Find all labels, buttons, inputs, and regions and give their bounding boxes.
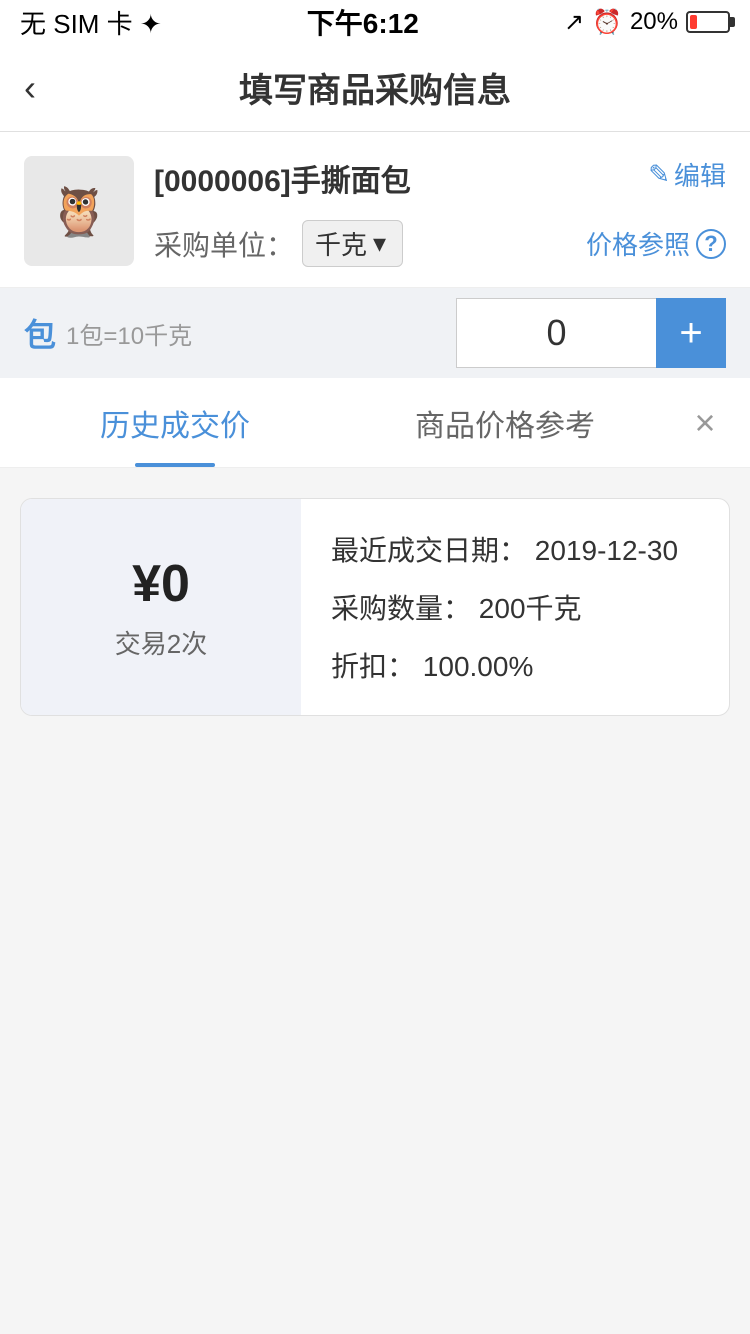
alarm-icon: ⏰ <box>592 8 622 37</box>
quantity-plus-button[interactable]: + <box>656 298 726 368</box>
recent-date-value: 2019-12-30 <box>535 535 678 566</box>
recent-date-label: 最近成交日期： <box>331 535 527 566</box>
discount-value: 100.00% <box>423 651 534 682</box>
recent-date-row: 最近成交日期： 2019-12-30 <box>331 529 699 569</box>
question-icon: ? <box>696 229 726 259</box>
quantity-value: 200千克 <box>479 593 582 624</box>
tab-active-indicator <box>135 463 215 467</box>
product-name: [0000006]手撕面包 <box>154 156 411 200</box>
discount-label: 折扣： <box>331 651 415 682</box>
signal-text: 无 SIM 卡 ✦ <box>20 4 162 41</box>
unit-conversion: 1包=10千克 <box>66 316 192 351</box>
edit-button[interactable]: ✎ 编辑 <box>648 156 726 193</box>
price-card-right: 最近成交日期： 2019-12-30 采购数量： 200千克 折扣： 100.0… <box>301 499 729 715</box>
purchase-quantity-row: 采购数量： 200千克 <box>331 587 699 627</box>
dropdown-arrow-icon: ▾ <box>373 228 386 259</box>
product-card: 🦉 [0000006]手撕面包 ✎ 编辑 采购单位： 千克 ▾ 价格参照 ? <box>0 132 750 288</box>
quantity-unit-info: 包 1包=10千克 <box>24 310 192 356</box>
price-card-left: ¥0 交易2次 <box>21 499 301 715</box>
quantity-controls: 0 + <box>456 298 726 368</box>
unit-select[interactable]: 千克 ▾ <box>302 220 403 267</box>
battery-percent: 20% <box>630 8 678 36</box>
location-icon: ↗ <box>564 8 584 37</box>
back-button[interactable]: ‹ <box>24 67 36 109</box>
product-info: [0000006]手撕面包 ✎ 编辑 采购单位： 千克 ▾ 价格参照 ? <box>154 156 726 267</box>
price-card: ¥0 交易2次 最近成交日期： 2019-12-30 采购数量： 200千克 折… <box>20 498 730 716</box>
product-thumb-icon: 🦉 <box>49 183 109 240</box>
page-title: 填写商品采购信息 <box>239 63 511 112</box>
quantity-input[interactable]: 0 <box>456 298 656 368</box>
edit-icon: ✎ <box>648 159 670 190</box>
status-bar: 无 SIM 卡 ✦ 下午6:12 ↗ ⏰ 20% <box>0 0 750 44</box>
status-left: 无 SIM 卡 ✦ <box>20 4 162 41</box>
price-ref-button[interactable]: 价格参照 ? <box>586 225 726 262</box>
discount-row: 折扣： 100.00% <box>331 645 699 685</box>
tab-history-price[interactable]: 历史成交价 <box>10 378 340 467</box>
price-trades: 交易2次 <box>115 624 207 661</box>
quantity-row: 包 1包=10千克 0 + <box>0 288 750 378</box>
unit-label: 采购单位： <box>154 224 294 264</box>
bag-label: 包 <box>24 310 56 356</box>
tabs-bar: 历史成交价 商品价格参考 × <box>0 378 750 468</box>
product-thumbnail: 🦉 <box>24 156 134 266</box>
quantity-label: 采购数量： <box>331 593 471 624</box>
status-time: 下午6:12 <box>307 2 419 42</box>
tab-product-price-ref[interactable]: 商品价格参考 <box>340 378 670 467</box>
tab-close-button[interactable]: × <box>670 402 740 444</box>
content-area: ¥0 交易2次 最近成交日期： 2019-12-30 采购数量： 200千克 折… <box>0 468 750 1068</box>
nav-bar: ‹ 填写商品采购信息 <box>0 44 750 132</box>
price-amount: ¥0 <box>132 554 190 614</box>
status-right: ↗ ⏰ 20% <box>564 8 730 37</box>
battery-icon <box>686 11 730 33</box>
